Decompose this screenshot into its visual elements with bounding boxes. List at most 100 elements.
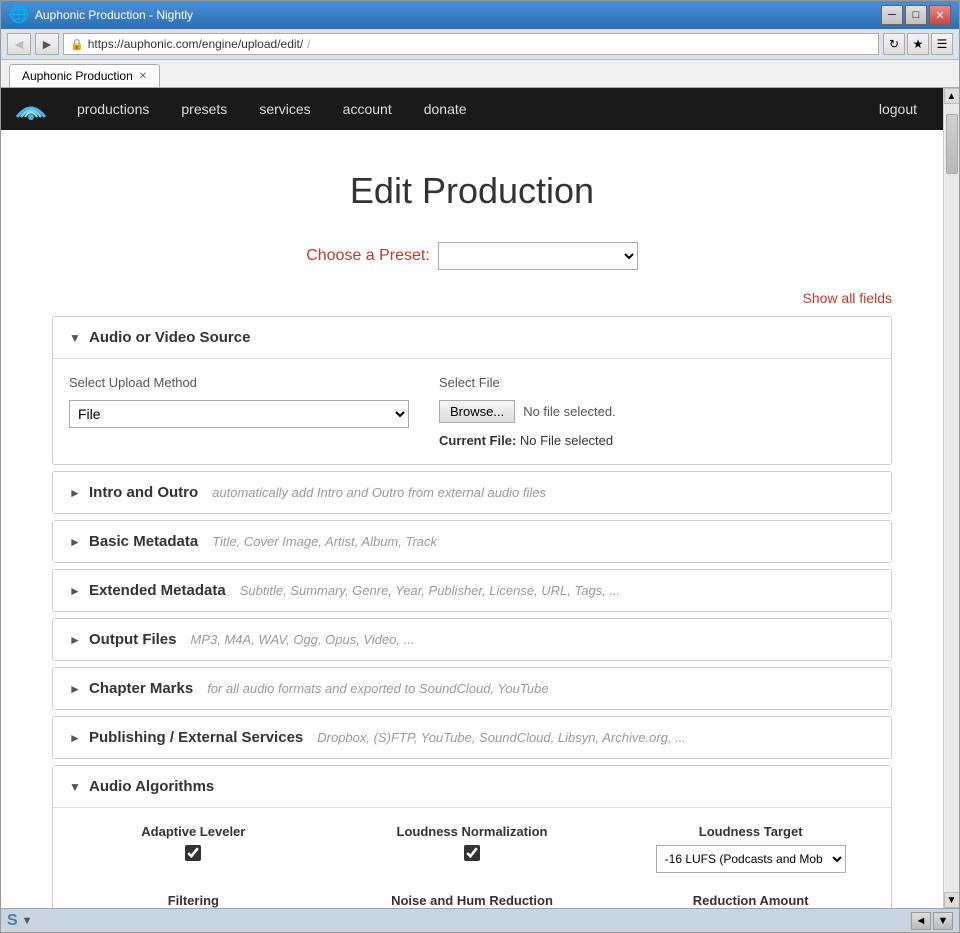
tab-close-icon[interactable]: ✕ — [139, 71, 147, 82]
algo-loudness-norm-checkbox[interactable] — [464, 845, 480, 861]
back-button[interactable]: ◄ — [7, 33, 31, 55]
current-file-value: No File selected — [520, 433, 613, 448]
section-audio-algorithms-header[interactable]: ▼ Audio Algorithms — [53, 766, 891, 807]
section-chapter-marks-arrow: ► — [69, 682, 81, 696]
section-audio-source: ▼ Audio or Video Source Select Upload Me… — [52, 316, 892, 465]
tab-label: Auphonic Production — [22, 69, 133, 83]
upload-method-col: Select Upload Method File — [69, 375, 409, 428]
active-tab[interactable]: Auphonic Production ✕ — [9, 64, 160, 87]
section-intro-outro-arrow: ► — [69, 486, 81, 500]
algo-loudness-target: Loudness Target -16 LUFS (Podcasts and M… — [626, 824, 875, 873]
section-audio-algorithms-title: Audio Algorithms — [89, 778, 214, 795]
section-audio-algorithms-arrow: ▼ — [69, 780, 81, 794]
page-area: productions presets services account don… — [1, 88, 959, 908]
algo-grid: Adaptive Leveler Loudness Normalization … — [69, 824, 875, 908]
scrollbar-thumb[interactable] — [946, 114, 958, 174]
section-output-files-subtitle: MP3, M4A, WAV, Ogg, Opus, Video, ... — [191, 632, 415, 647]
section-output-files-header[interactable]: ► Output Files MP3, M4A, WAV, Ogg, Opus,… — [53, 619, 891, 660]
scroll-up-arrow[interactable]: ▲ — [944, 88, 960, 104]
section-intro-outro-subtitle: automatically add Intro and Outro from e… — [212, 485, 546, 500]
algo-adaptive-leveler-checkbox[interactable] — [185, 845, 201, 861]
upload-method-label: Select Upload Method — [69, 375, 409, 390]
select-file-col: Select File Browse... No file selected. … — [439, 375, 616, 448]
section-intro-outro-header[interactable]: ► Intro and Outro automatically add Intr… — [53, 472, 891, 513]
section-output-files: ► Output Files MP3, M4A, WAV, Ogg, Opus,… — [52, 618, 892, 661]
section-extended-metadata-title: Extended Metadata — [89, 582, 226, 599]
browse-row: Browse... No file selected. — [439, 400, 616, 423]
nav-presets[interactable]: presets — [165, 89, 243, 129]
nav-account[interactable]: account — [327, 89, 408, 129]
status-icon: S — [7, 912, 18, 930]
section-chapter-marks-header[interactable]: ► Chapter Marks for all audio formats an… — [53, 668, 891, 709]
title-bar: 🌐 Auphonic Production - Nightly ─ □ ✕ — [1, 1, 959, 29]
section-basic-metadata-header[interactable]: ► Basic Metadata Title, Cover Image, Art… — [53, 521, 891, 562]
section-intro-outro-title: Intro and Outro — [89, 484, 198, 501]
status-arrow-left[interactable]: ◄ — [911, 912, 931, 930]
section-basic-metadata-arrow: ► — [69, 535, 81, 549]
forward-button[interactable]: ► — [35, 33, 59, 55]
section-basic-metadata: ► Basic Metadata Title, Cover Image, Art… — [52, 520, 892, 563]
section-output-files-title: Output Files — [89, 631, 177, 648]
algo-adaptive-leveler: Adaptive Leveler — [69, 824, 318, 873]
lock-icon: 🔒 — [70, 38, 84, 51]
url-slash: / — [307, 37, 310, 51]
av-row: Select Upload Method File Select File Br… — [69, 375, 875, 448]
algo-noise-hum: Noise and Hum Reduction — [348, 893, 597, 908]
select-file-label: Select File — [439, 375, 616, 390]
page-title: Edit Production — [52, 170, 892, 212]
algo-filtering-label: Filtering — [168, 893, 219, 908]
minimize-button[interactable]: ─ — [881, 5, 903, 25]
scrollbar-track[interactable] — [945, 104, 959, 892]
section-audio-source-arrow: ▼ — [69, 331, 81, 345]
window-title: Auphonic Production - Nightly — [35, 8, 875, 22]
close-button[interactable]: ✕ — [929, 5, 951, 25]
section-publishing: ► Publishing / External Services Dropbox… — [52, 716, 892, 759]
tabs-bar: Auphonic Production ✕ — [1, 60, 959, 88]
algo-filtering: Filtering — [69, 893, 318, 908]
algo-loudness-norm: Loudness Normalization — [348, 824, 597, 873]
section-publishing-header[interactable]: ► Publishing / External Services Dropbox… — [53, 717, 891, 758]
menu-button[interactable]: ☰ — [931, 33, 953, 55]
preset-row: Choose a Preset: — [52, 242, 892, 270]
address-actions: ↻ ★ ☰ — [883, 33, 953, 55]
algo-reduction-amount-label: Reduction Amount — [693, 893, 809, 908]
algo-loudness-target-label: Loudness Target — [699, 824, 803, 839]
section-basic-metadata-title: Basic Metadata — [89, 533, 198, 550]
section-audio-source-header[interactable]: ▼ Audio or Video Source — [53, 317, 891, 358]
section-chapter-marks-title: Chapter Marks — [89, 680, 193, 697]
star-button[interactable]: ★ — [907, 33, 929, 55]
section-intro-outro: ► Intro and Outro automatically add Intr… — [52, 471, 892, 514]
main-content: Edit Production Choose a Preset: Show al… — [22, 130, 922, 908]
current-file-label: Current File: — [439, 433, 516, 448]
section-extended-metadata-header[interactable]: ► Extended Metadata Subtitle, Summary, G… — [53, 570, 891, 611]
section-output-files-arrow: ► — [69, 633, 81, 647]
status-arrow-down[interactable]: ▼ — [933, 912, 953, 930]
status-arrows: ◄ ▼ — [911, 912, 953, 930]
refresh-button[interactable]: ↻ — [883, 33, 905, 55]
status-separator: ▼ — [22, 915, 33, 927]
upload-method-select[interactable]: File — [69, 400, 409, 428]
address-bar: ◄ ► 🔒 https://auphonic.com/engine/upload… — [1, 29, 959, 60]
nav-services[interactable]: services — [243, 89, 326, 129]
maximize-button[interactable]: □ — [905, 5, 927, 25]
algo-loudness-norm-label: Loudness Normalization — [397, 824, 548, 839]
preset-select[interactable] — [438, 242, 638, 270]
section-basic-metadata-subtitle: Title, Cover Image, Artist, Album, Track — [212, 534, 437, 549]
scroll-down-arrow[interactable]: ▼ — [944, 892, 960, 908]
algo-loudness-target-select[interactable]: -16 LUFS (Podcasts and Mob — [656, 845, 846, 873]
nav-logout[interactable]: logout — [863, 89, 933, 129]
window-controls: ─ □ ✕ — [881, 5, 951, 25]
algo-reduction-amount: Reduction Amount Auto — [626, 893, 875, 908]
section-audio-algorithms-content: Adaptive Leveler Loudness Normalization … — [53, 807, 891, 908]
url-box[interactable]: 🔒 https://auphonic.com/engine/upload/edi… — [63, 33, 879, 55]
preset-link-text[interactable]: Preset: — [379, 247, 430, 264]
nav-donate[interactable]: donate — [408, 89, 483, 129]
current-file-display: Current File: No File selected — [439, 433, 616, 448]
section-chapter-marks: ► Chapter Marks for all audio formats an… — [52, 667, 892, 710]
section-extended-metadata: ► Extended Metadata Subtitle, Summary, G… — [52, 569, 892, 612]
browse-button[interactable]: Browse... — [439, 400, 515, 423]
site-logo[interactable] — [11, 93, 51, 125]
show-all-fields-link[interactable]: Show all fields — [803, 290, 893, 306]
section-audio-source-title: Audio or Video Source — [89, 329, 250, 346]
nav-productions[interactable]: productions — [61, 89, 165, 129]
